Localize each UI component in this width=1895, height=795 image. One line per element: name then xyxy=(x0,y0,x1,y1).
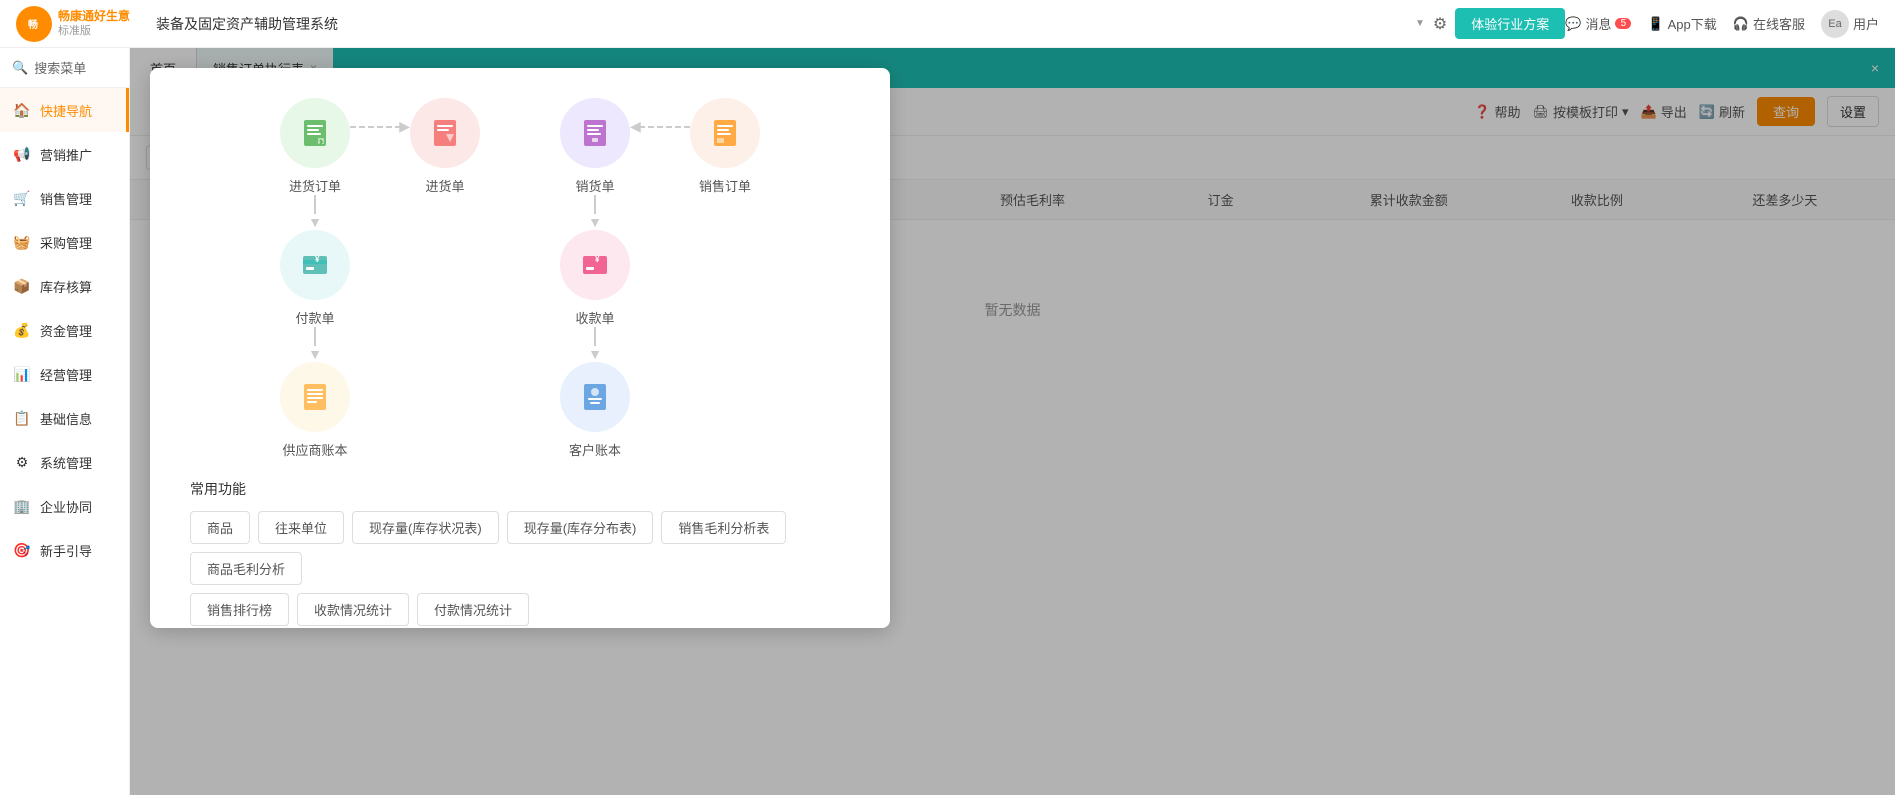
search-menu[interactable]: 🔍 搜索菜单 xyxy=(0,48,129,88)
sidebar-item-quick-nav[interactable]: 🏠 快捷导航 xyxy=(0,88,129,132)
user-btn[interactable]: Ea 用户 xyxy=(1821,10,1879,38)
func-btn-8[interactable]: 付款情况统计 xyxy=(417,593,529,626)
v-connector-1: ▼ xyxy=(308,195,322,230)
flow-receipt-bill[interactable]: ¥ 收款单 xyxy=(560,230,630,327)
func-btn-4[interactable]: 销售毛利分析表 xyxy=(661,511,786,544)
common-func-title: 常用功能 xyxy=(190,479,850,499)
flow-supplier-ledger[interactable]: 供应商账本 xyxy=(280,362,350,459)
supplier-ledger-circle xyxy=(280,362,350,432)
inventory-icon: 📦 xyxy=(12,276,32,296)
purchase-order-circle xyxy=(280,98,350,168)
func-btn-3[interactable]: 现存量(库存分布表) xyxy=(507,511,654,544)
message-btn[interactable]: 💬 消息 5 xyxy=(1565,14,1631,33)
sales-order-circle xyxy=(690,98,760,168)
online-service-btn[interactable]: 🎧 在线客服 xyxy=(1733,14,1805,33)
sidebar: 🔍 搜索菜单 🏠 快捷导航 📢 营销推广 🛒 销售管理 🧺 采购管理 📦 xyxy=(0,48,130,795)
common-functions: 常用功能 商品 往来单位 现存量(库存状况表) 现存量(库存分布表) 销售毛利分… xyxy=(190,479,850,626)
v-connector-4: ▼ xyxy=(588,327,602,362)
flow-diagram: 进货订单 ▼ ¥ 付款单 ▼ xyxy=(190,98,850,459)
v-connector-2: ▼ xyxy=(308,327,322,362)
sales-bill-circle xyxy=(560,98,630,168)
right-col-group: 销售订单 xyxy=(690,98,760,195)
svg-text:¥: ¥ xyxy=(315,255,320,264)
mid-right-col-group: 销货单 ▼ ¥ 收款单 ▼ xyxy=(560,98,630,459)
func-btn-2[interactable]: 现存量(库存状况表) xyxy=(352,511,499,544)
svg-text:畅: 畅 xyxy=(28,18,38,31)
logo-area: 畅 畅康通好生意 标准版 xyxy=(16,6,146,42)
sidebar-item-inventory[interactable]: 📦 库存核算 xyxy=(0,264,129,308)
basic-info-icon: 📋 xyxy=(12,408,32,428)
modal-overlay[interactable]: 进货订单 ▼ ¥ 付款单 ▼ xyxy=(130,48,1895,795)
top-bar: 畅 畅康通好生意 标准版 装备及固定资产辅助管理系统 ▼ ⚙ 体验行业方案 💬 … xyxy=(0,0,1895,48)
quick-nav-modal: 进货订单 ▼ ¥ 付款单 ▼ xyxy=(150,68,890,628)
logo-icon: 畅 xyxy=(16,6,52,42)
sidebar-item-sales[interactable]: 🛒 销售管理 xyxy=(0,176,129,220)
sidebar-item-enterprise[interactable]: 🏢 企业协同 xyxy=(0,484,129,528)
sidebar-item-basic-info[interactable]: 📋 基础信息 xyxy=(0,396,129,440)
message-badge: 5 xyxy=(1615,18,1631,29)
marketing-icon: 📢 xyxy=(12,144,32,164)
system-title: 装备及固定资产辅助管理系统 xyxy=(156,14,1411,34)
service-icon: 🎧 xyxy=(1733,16,1749,32)
func-btn-7[interactable]: 收款情况统计 xyxy=(297,593,409,626)
flow-sales-order[interactable]: 销售订单 xyxy=(690,98,760,195)
flow-sales-bill[interactable]: 销货单 xyxy=(560,98,630,195)
settings-icon[interactable]: ⚙ xyxy=(1433,14,1447,34)
experience-btn[interactable]: 体验行业方案 xyxy=(1455,8,1565,39)
func-btn-1[interactable]: 往来单位 xyxy=(258,511,344,544)
finance-icon: 💰 xyxy=(12,320,32,340)
receipt-bill-circle: ¥ xyxy=(560,230,630,300)
user-avatar: Ea xyxy=(1821,10,1849,38)
sidebar-item-purchase[interactable]: 🧺 采购管理 xyxy=(0,220,129,264)
search-icon: 🔍 xyxy=(12,60,28,76)
system-dropdown-icon[interactable]: ▼ xyxy=(1415,18,1425,29)
sidebar-item-finance[interactable]: 💰 资金管理 xyxy=(0,308,129,352)
logo-text: 畅康通好生意 标准版 xyxy=(58,9,130,39)
v-connector-3: ▼ xyxy=(588,195,602,230)
func-btn-5[interactable]: 商品毛利分析 xyxy=(190,552,302,585)
sidebar-item-operations[interactable]: 📊 经营管理 xyxy=(0,352,129,396)
home-icon: 🏠 xyxy=(12,100,32,120)
newbie-icon: 🎯 xyxy=(12,540,32,560)
enterprise-icon: 🏢 xyxy=(12,496,32,516)
app-download-btn[interactable]: 📱 App下载 xyxy=(1647,14,1716,33)
customer-ledger-circle xyxy=(560,362,630,432)
message-icon: 💬 xyxy=(1565,16,1581,32)
func-btn-0[interactable]: 商品 xyxy=(190,511,250,544)
h-arrow-2: ◀ xyxy=(630,118,690,135)
operations-icon: 📊 xyxy=(12,364,32,384)
func-buttons-row: 商品 往来单位 现存量(库存状况表) 现存量(库存分布表) 销售毛利分析表 商品… xyxy=(190,511,850,585)
system-icon: ⚙ xyxy=(12,452,32,472)
mid-left-col-group: 进货单 xyxy=(410,98,480,195)
sidebar-item-system[interactable]: ⚙ 系统管理 xyxy=(0,440,129,484)
top-bar-right: 💬 消息 5 📱 App下载 🎧 在线客服 Ea 用户 xyxy=(1565,10,1879,38)
payment-bill-circle: ¥ xyxy=(280,230,350,300)
left-col-group: 进货订单 ▼ ¥ 付款单 ▼ xyxy=(280,98,350,459)
purchase-bill-circle xyxy=(410,98,480,168)
download-icon: 📱 xyxy=(1647,16,1663,32)
func-btn-6[interactable]: 销售排行榜 xyxy=(190,593,289,626)
h-arrow-1: ▶ xyxy=(350,118,410,135)
flow-customer-ledger[interactable]: 客户账本 xyxy=(560,362,630,459)
flow-purchase-order[interactable]: 进货订单 xyxy=(280,98,350,195)
svg-text:¥: ¥ xyxy=(595,255,600,264)
sidebar-item-newbie[interactable]: 🎯 新手引导 xyxy=(0,528,129,572)
flow-purchase-bill[interactable]: 进货单 xyxy=(410,98,480,195)
purchase-icon: 🧺 xyxy=(12,232,32,252)
func-buttons-row-2: 销售排行榜 收款情况统计 付款情况统计 xyxy=(190,593,850,626)
flow-payment-bill[interactable]: ¥ 付款单 xyxy=(280,230,350,327)
sidebar-item-marketing[interactable]: 📢 营销推广 xyxy=(0,132,129,176)
sales-icon: 🛒 xyxy=(12,188,32,208)
